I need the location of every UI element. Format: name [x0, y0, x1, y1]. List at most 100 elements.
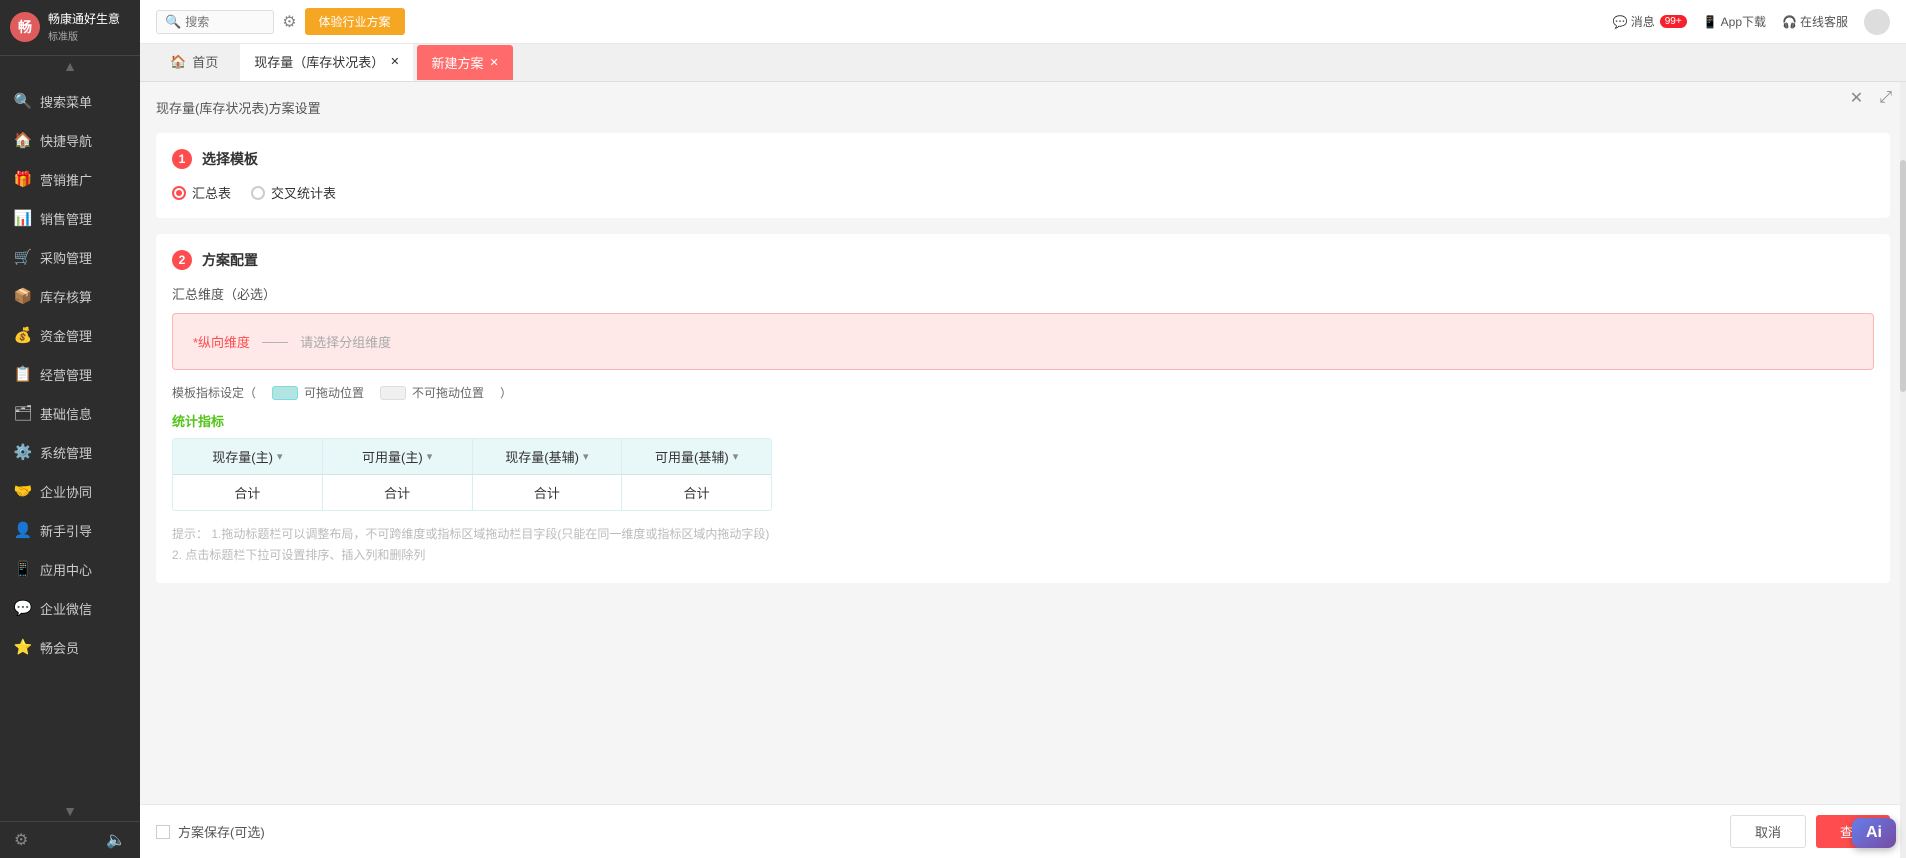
- sidebar-item-purchase[interactable]: 🛒 采购管理: [0, 238, 140, 277]
- dimension-box: *纵向维度 —— 请选择分组维度: [172, 313, 1874, 370]
- col-header-2[interactable]: 现存量(基辅) ▾: [473, 439, 623, 474]
- sidebar-item-system[interactable]: ⚙️ 系统管理: [0, 433, 140, 472]
- search-input[interactable]: [185, 15, 265, 29]
- col-header-0[interactable]: 现存量(主) ▾: [173, 439, 323, 474]
- message-link[interactable]: 💬 消息 99+: [1613, 13, 1687, 30]
- chevron-2: ▾: [583, 450, 589, 463]
- save-option: 方案保存(可选): [156, 822, 265, 841]
- sidebar-scroll-up[interactable]: ▲: [0, 56, 140, 76]
- operations-icon: 📋: [14, 365, 32, 383]
- gear-icon[interactable]: ⚙: [282, 12, 296, 32]
- modal-expand-btn[interactable]: ⤢: [1873, 87, 1898, 109]
- sidebar-item-operations[interactable]: 📋 经营管理: [0, 355, 140, 394]
- content-wrapper: ✕ ⤢ 现存量(库存状况表)方案设置 1 选择模板 汇总表 交叉统: [140, 82, 1906, 858]
- sidebar-item-cooperation[interactable]: 🤝 企业协同: [0, 472, 140, 511]
- sidebar-scroll-down[interactable]: ▼: [0, 801, 140, 821]
- home-icon: 🏠: [170, 54, 186, 70]
- radio-cross-dot: [251, 186, 265, 200]
- tab-home[interactable]: 🏠 首页: [156, 44, 232, 81]
- sidebar-label-system: 系统管理: [40, 443, 92, 462]
- app-name: 畅康通好生意: [48, 12, 120, 28]
- step2-num: 2: [172, 250, 192, 270]
- sales-icon: 📊: [14, 209, 32, 227]
- sidebar-nav: 🔍 搜索菜单 🏠 快捷导航 🎁 营销推广 📊 销售管理 🛒 采购管理 📦 库存核…: [0, 76, 140, 801]
- col-header-1[interactable]: 可用量(主) ▾: [323, 439, 473, 474]
- scrollbar-thumb: [1900, 160, 1906, 393]
- indicator-table: 现存量(主) ▾ 可用量(主) ▾: [172, 438, 772, 511]
- save-checkbox[interactable]: [156, 825, 170, 839]
- cooperation-icon: 🤝: [14, 482, 32, 500]
- sidebar-item-quick-nav[interactable]: 🏠 快捷导航: [0, 121, 140, 160]
- summary-dimension-label: 汇总维度（必选）: [172, 284, 1874, 303]
- wechat-icon: 💬: [14, 599, 32, 617]
- sidebar-item-search-menu[interactable]: 🔍 搜索菜单: [0, 82, 140, 121]
- sidebar-label-inventory: 库存核算: [40, 287, 92, 306]
- tab-inventory-status[interactable]: 现存量（库存状况表） ✕: [240, 44, 413, 81]
- sidebar-item-inventory[interactable]: 📦 库存核算: [0, 277, 140, 316]
- sidebar-label-app-center: 应用中心: [40, 560, 92, 579]
- radio-summary[interactable]: 汇总表: [172, 183, 231, 202]
- modal-close-btn[interactable]: ✕: [1844, 86, 1869, 110]
- save-option-label: 方案保存(可选): [178, 822, 265, 841]
- chevron-1: ▾: [427, 450, 433, 463]
- system-icon: ⚙️: [14, 443, 32, 461]
- settings-icon[interactable]: ⚙: [14, 830, 28, 850]
- vertical-scrollbar[interactable]: [1900, 82, 1906, 858]
- industry-btn[interactable]: 体验行业方案: [305, 8, 405, 35]
- step1-label: 选择模板: [202, 149, 258, 169]
- online-service-link[interactable]: 🎧 在线客服: [1782, 13, 1848, 30]
- indicator-table-row-0: 合计 合计 合计 合计: [173, 475, 771, 510]
- content-area: ✕ ⤢ 现存量(库存状况表)方案设置 1 选择模板 汇总表 交叉统: [140, 82, 1906, 804]
- radio-summary-dot: [172, 186, 186, 200]
- sidebar-item-basic-info[interactable]: 🗂 基础信息: [0, 394, 140, 433]
- cell-0-2: 合计: [473, 475, 623, 510]
- tip-1: 提示： 1.拖动标题栏可以调整布局，不可跨维度或指标区域拖动栏目字段(只能在同一…: [172, 525, 1874, 542]
- legend-nondraggable-box: [380, 386, 406, 400]
- step1-section: 1 选择模板 汇总表 交叉统计表: [156, 133, 1890, 218]
- search-box[interactable]: 🔍: [156, 10, 274, 34]
- sidebar-label-cooperation: 企业协同: [40, 482, 92, 501]
- message-icon: 💬: [1613, 15, 1628, 29]
- cancel-button[interactable]: 取消: [1730, 815, 1806, 848]
- app-version: 标准版: [48, 28, 120, 43]
- col-header-3[interactable]: 可用量(基辅) ▾: [622, 439, 771, 474]
- footer-bar: 方案保存(可选) 取消 查询: [140, 804, 1906, 858]
- indicator-setting-label: 模板指标设定（: [172, 384, 256, 401]
- indicator-table-header: 现存量(主) ▾ 可用量(主) ▾: [173, 439, 771, 475]
- guide-icon: 👤: [14, 521, 32, 539]
- sidebar-label-search-menu: 搜索菜单: [40, 92, 92, 111]
- dimension-placeholder[interactable]: 请选择分组维度: [300, 332, 391, 351]
- legend-draggable-box: [272, 386, 298, 400]
- app-download-link[interactable]: 📱 App下载: [1703, 13, 1766, 30]
- finance-icon: 💰: [14, 326, 32, 344]
- cell-0-1: 合计: [323, 475, 473, 510]
- page-title: 现存量(库存状况表)方案设置: [156, 98, 1890, 117]
- indicator-section: 模板指标设定（ 可拖动位置 不可拖动位置 ） 统计指标: [172, 384, 1874, 511]
- sidebar-item-finance[interactable]: 💰 资金管理: [0, 316, 140, 355]
- chevron-0: ▾: [277, 450, 283, 463]
- sidebar-item-guide[interactable]: 👤 新手引导: [0, 511, 140, 550]
- step2-section: 2 方案配置 汇总维度（必选） *纵向维度 —— 请选择分组维度 模板指标设定（: [156, 234, 1890, 583]
- user-avatar[interactable]: [1864, 9, 1890, 35]
- sidebar-item-marketing[interactable]: 🎁 营销推广: [0, 160, 140, 199]
- tab-new-plan-close-icon[interactable]: ✕: [489, 56, 498, 69]
- phone-icon: 📱: [1703, 15, 1718, 29]
- tabs-bar: 🏠 首页 现存量（库存状况表） ✕ 新建方案 ✕: [140, 44, 1906, 82]
- topbar-right: 💬 消息 99+ 📱 App下载 🎧 在线客服: [1613, 9, 1890, 35]
- indicator-legend: 模板指标设定（ 可拖动位置 不可拖动位置 ）: [172, 384, 1874, 401]
- sidebar-item-member[interactable]: ⭐ 畅会员: [0, 628, 140, 667]
- legend-draggable: 可拖动位置: [272, 384, 364, 401]
- app-center-icon: 📱: [14, 560, 32, 578]
- topbar: 🔍 ⚙ 体验行业方案 💬 消息 99+ 📱 App下载 🎧 在线客服: [140, 0, 1906, 44]
- speaker-icon[interactable]: 🔈: [106, 830, 126, 850]
- radio-cross[interactable]: 交叉统计表: [251, 183, 336, 202]
- sidebar-item-wechat[interactable]: 💬 企业微信: [0, 589, 140, 628]
- sidebar: 畅 畅康通好生意 标准版 ▲ 🔍 搜索菜单 🏠 快捷导航 🎁 营销推广 📊 销售…: [0, 0, 140, 858]
- logo-icon: 畅: [10, 12, 40, 42]
- tab-inventory-close-icon[interactable]: ✕: [390, 55, 399, 68]
- tab-new-plan[interactable]: 新建方案 ✕: [417, 45, 512, 80]
- sidebar-item-app-center[interactable]: 📱 应用中心: [0, 550, 140, 589]
- ai-fab[interactable]: Ai: [1852, 818, 1896, 848]
- sidebar-label-operations: 经营管理: [40, 365, 92, 384]
- sidebar-item-sales[interactable]: 📊 销售管理: [0, 199, 140, 238]
